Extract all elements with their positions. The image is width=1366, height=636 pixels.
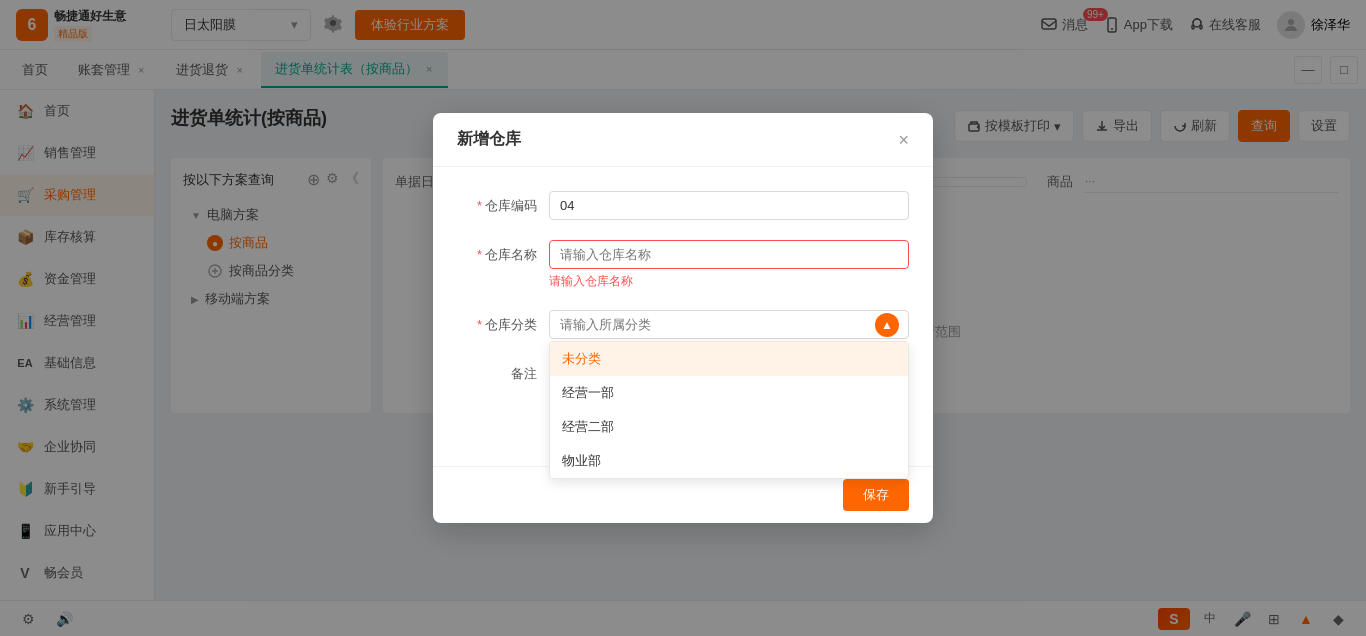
code-input-wrap bbox=[549, 191, 909, 220]
new-warehouse-dialog: 新增仓库 × 仓库编码 仓库名称 请输入仓库名称 仓库分类 bbox=[433, 113, 933, 523]
form-row-category: 仓库分类 ▲ 未分类 经营一部 经营二部 物业部 bbox=[457, 310, 909, 339]
dialog-body: 仓库编码 仓库名称 请输入仓库名称 仓库分类 ▲ bbox=[433, 167, 933, 466]
form-row-name: 仓库名称 请输入仓库名称 bbox=[457, 240, 909, 290]
category-input[interactable] bbox=[549, 310, 909, 339]
dialog-title: 新增仓库 bbox=[457, 129, 521, 150]
category-label: 仓库分类 bbox=[457, 310, 537, 334]
select-arrow-icon[interactable]: ▲ bbox=[875, 313, 899, 337]
category-select-wrap: ▲ bbox=[549, 310, 909, 339]
dropdown-item-property[interactable]: 物业部 bbox=[550, 444, 908, 478]
category-dropdown: 未分类 经营一部 经营二部 物业部 bbox=[549, 341, 909, 479]
dialog-close-btn[interactable]: × bbox=[898, 131, 909, 149]
note-label: 备注 bbox=[457, 359, 537, 383]
name-error-msg: 请输入仓库名称 bbox=[549, 273, 909, 290]
dialog-header: 新增仓库 × bbox=[433, 113, 933, 167]
dropdown-item-uncategorized[interactable]: 未分类 bbox=[550, 342, 908, 376]
name-label: 仓库名称 bbox=[457, 240, 537, 264]
dropdown-item-dept2[interactable]: 经营二部 bbox=[550, 410, 908, 444]
name-input[interactable] bbox=[549, 240, 909, 269]
dropdown-item-dept1[interactable]: 经营一部 bbox=[550, 376, 908, 410]
form-row-code: 仓库编码 bbox=[457, 191, 909, 220]
code-label: 仓库编码 bbox=[457, 191, 537, 215]
code-input[interactable] bbox=[549, 191, 909, 220]
category-input-wrap: ▲ 未分类 经营一部 经营二部 物业部 bbox=[549, 310, 909, 339]
name-input-wrap: 请输入仓库名称 bbox=[549, 240, 909, 290]
dialog-overlay: 新增仓库 × 仓库编码 仓库名称 请输入仓库名称 仓库分类 bbox=[0, 0, 1366, 636]
save-btn[interactable]: 保存 bbox=[843, 479, 909, 511]
